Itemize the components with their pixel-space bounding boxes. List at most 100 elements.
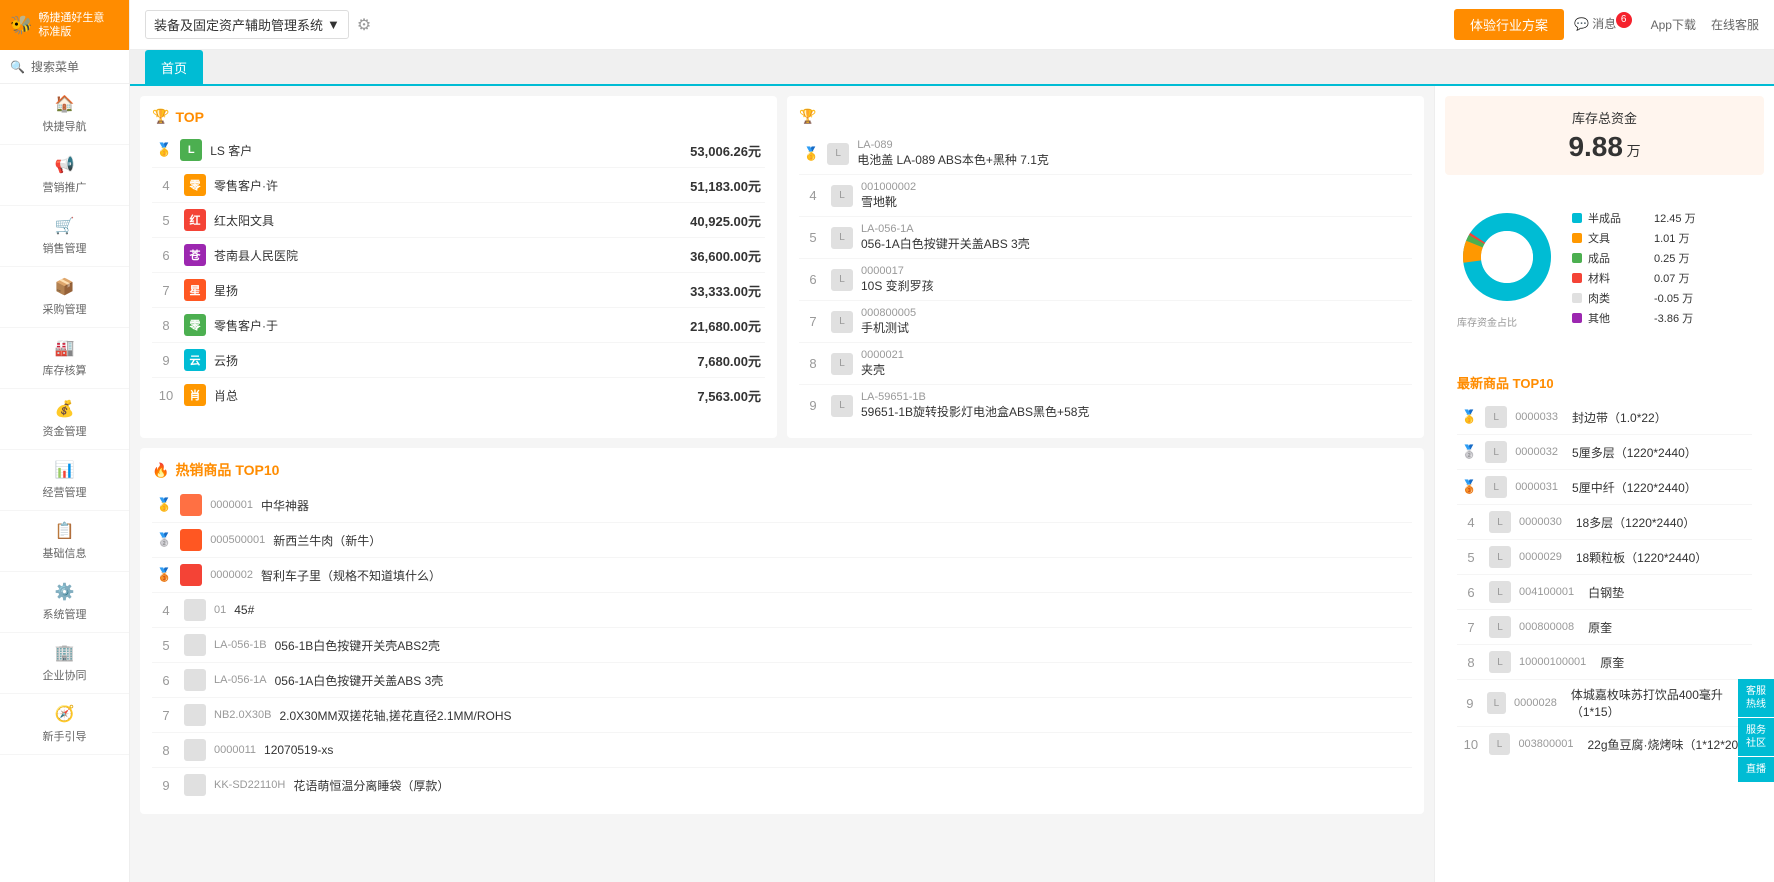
np-name-1: 封边带（1.0*22） [1572,409,1667,426]
hp-medal-3: 🥉 [156,567,172,583]
message-label: 消息 [1592,17,1616,31]
customer-amount-6: 21,680.00元 [690,316,761,335]
hp-row-6: 6 LA-056-1A 056-1A白色按键开关盖ABS 3壳 [152,663,1412,698]
message-area[interactable]: 💬 消息 6 [1574,15,1636,34]
tp-code-2: 001000002 [861,181,916,193]
customer-row-3: 5 红 红太阳文具 40,925.00元 [152,203,765,238]
customer-name-8: 肖总 [214,387,689,404]
hp-img-1 [180,494,202,516]
legend-item-1: 半成品 12.45 万 [1572,210,1696,226]
rank-3: 5 [156,213,176,228]
sidebar-item-sales[interactable]: 🛒 销售管理 [0,206,129,267]
legend-dot-2 [1572,233,1582,243]
hp-img-2 [180,529,202,551]
sidebar-item-system[interactable]: ⚙️ 系统管理 [0,572,129,633]
np-img-4: L [1489,511,1511,533]
sidebar-item-inventory[interactable]: 🏭 库存核算 [0,328,129,389]
np-name-2: 5厘多层（1220*2440） [1572,444,1697,461]
customer-service-link[interactable]: 在线客服 [1711,16,1759,33]
top-customers-header: 🏆 TOP [152,108,765,125]
operations-icon: 📊 [55,460,75,480]
search-icon: 🔍 [10,60,25,74]
np-medal-1: 🥇 [1461,409,1477,425]
live-stream-float[interactable]: 直播 [1738,757,1774,782]
top-products-scroll-list: 🥇 L LA-089 电池盖 LA-089 ABS本色+黑种 7.1克 4 L [799,133,1412,426]
settings-icon[interactable]: ⚙ [357,15,371,35]
tp-name-5: 手机测试 [861,319,916,336]
top-customers-title: TOP [175,109,204,125]
hp-row-3: 🥉 0000002 智利车子里（规格不知道填什么） [152,558,1412,593]
legend-dot-1 [1572,213,1582,223]
np-row-3: 🥉 L 0000031 5厘中纤（1220*2440） [1457,470,1752,505]
system-selector[interactable]: 装备及固定资产辅助管理系统 ▼ [145,10,349,39]
customer-amount-3: 40,925.00元 [690,211,761,230]
np-code-7: 000800008 [1519,621,1574,633]
sidebar-item-marketing[interactable]: 📢 营销推广 [0,145,129,206]
tp-name-7: 59651-1B旋转投影灯电池盒ABS黑色+58克 [861,403,1089,420]
sidebar-item-quick-nav[interactable]: 🏠 快捷导航 [0,84,129,145]
legend-dot-6 [1572,313,1582,323]
rank-6: 8 [156,318,176,333]
np-code-10: 003800001 [1518,738,1573,750]
message-badge: 6 [1616,12,1632,28]
hp-medal-2: 🥈 [156,532,172,548]
np-rank-8: 8 [1461,655,1481,670]
legend-item-3: 成品 0.25 万 [1572,250,1696,266]
customer-amount-8: 7,563.00元 [697,386,761,405]
sidebar-item-finance[interactable]: 💰 资金管理 [0,389,129,450]
tab-home[interactable]: 首页 [145,50,203,85]
nav-label-operations: 经营管理 [43,484,87,500]
donut-chart [1457,207,1557,307]
np-rank-10: 10 [1461,737,1481,752]
logo-line2: 标准版 [38,25,104,39]
right-panel: 库存总资金 9.88 万 [1434,86,1774,882]
tp-code-5: 000800005 [861,307,916,319]
sidebar-item-enterprise[interactable]: 🏢 企业协同 [0,633,129,694]
hp-img-7 [184,704,206,726]
np-img-2: L [1485,441,1507,463]
sidebar: 🐝 畅捷通好生意 标准版 🔍 搜索菜单 🏠 快捷导航 📢 营销推广 🛒 销售管理… [0,0,130,882]
customer-avatar-2: 零 [184,174,206,196]
tp-code-1: LA-089 [857,139,1049,151]
customer-service-float[interactable]: 客服热线 [1738,679,1774,717]
tp-name-2: 雪地靴 [861,193,916,210]
trophy-icon: 🏆 [152,108,169,125]
hp-img-4 [184,599,206,621]
sidebar-item-operations[interactable]: 📊 经营管理 [0,450,129,511]
purchase-icon: 📦 [55,277,75,297]
basic-icon: 📋 [55,521,75,541]
sidebar-item-purchase[interactable]: 📦 采购管理 [0,267,129,328]
hp-rank-9: 9 [156,778,176,793]
np-medal-3: 🥉 [1461,479,1477,495]
nav-label-enterprise: 企业协同 [43,667,87,683]
app-download-link[interactable]: App下载 [1651,16,1696,33]
trophy-icon-2: 🏆 [799,108,816,125]
hp-row-8: 8 0000011 12070519-xs [152,733,1412,768]
hp-code-3: 0000002 [210,569,253,581]
customer-amount-7: 7,680.00元 [697,351,761,370]
sidebar-item-basic[interactable]: 📋 基础信息 [0,511,129,572]
trial-button[interactable]: 体验行业方案 [1454,9,1564,40]
np-code-1: 0000033 [1515,411,1558,423]
hot-products-title: 热销商品 TOP10 [175,460,279,480]
sidebar-item-guide[interactable]: 🧭 新手引导 [0,694,129,755]
hp-row-7: 7 NB2.0X30B 2.0X30MM双搓花轴,搓花直径2.1MM/ROHS [152,698,1412,733]
chart-label: 库存资金占比 [1457,314,1557,329]
hp-rank-4: 4 [156,603,176,618]
legend-item-4: 材料 0.07 万 [1572,270,1696,286]
rank-8: 10 [156,388,176,403]
customer-row-6: 8 零 零售客户·于 21,680.00元 [152,308,765,343]
nav-label-system: 系统管理 [43,606,87,622]
service-community-float[interactable]: 服务社区 [1738,718,1774,756]
np-row-8: 8 L 10000100001 原奎 [1457,645,1752,680]
hp-code-6: LA-056-1A [214,674,267,686]
newest-products-card: 最新商品 TOP10 🥇 L 0000033 封边带（1.0*22） 🥈 L 0… [1445,361,1764,773]
tp-medal-1: 🥇 [803,146,819,162]
np-medal-2: 🥈 [1461,444,1477,460]
legend-label-6: 其他 [1588,310,1648,326]
marketing-icon: 📢 [55,155,75,175]
tp-row-4: 6 L 0000017 10S 变刹罗孩 [799,259,1412,301]
search-menu[interactable]: 🔍 搜索菜单 [0,50,129,84]
legend-label-1: 半成品 [1588,210,1648,226]
inventory-total-card: 库存总资金 9.88 万 [1445,96,1764,175]
